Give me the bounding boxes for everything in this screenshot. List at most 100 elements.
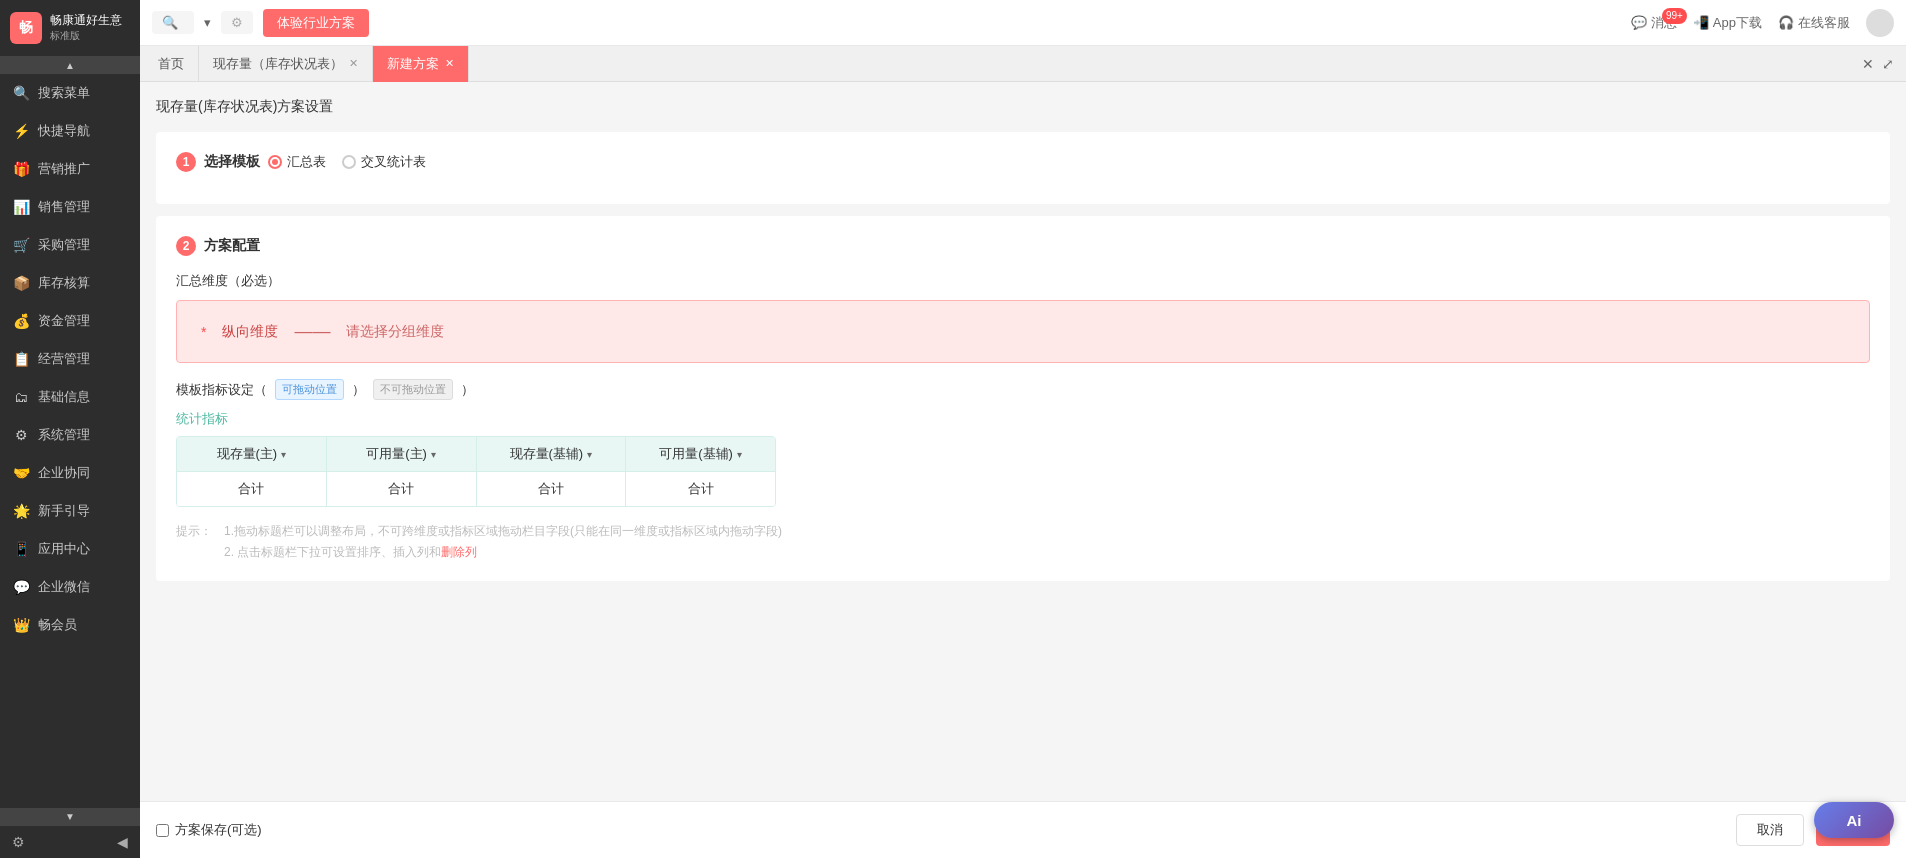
- sidebar-item-label: 快捷导航: [38, 122, 90, 140]
- app-name: 畅康通好生意: [50, 13, 122, 29]
- newbie-icon: 🌟: [12, 502, 30, 520]
- step1-title: 选择模板: [204, 153, 260, 171]
- col-arrow-2: ▾: [431, 449, 436, 460]
- window-close-icon[interactable]: ✕: [1862, 56, 1874, 72]
- sidebar: 畅 畅康通好生意 标准版 ▲ 🔍 搜索菜单 ⚡ 快捷导航 🎁 营销推广 📊 销售…: [0, 0, 140, 858]
- tab-inventory-status[interactable]: 现存量（库存状况表） ✕: [199, 46, 373, 82]
- step1-section: 1 选择模板 汇总表 交叉统计表: [156, 132, 1890, 204]
- sidebar-item-sales[interactable]: 📊 销售管理: [0, 188, 140, 226]
- user-avatar[interactable]: [1866, 9, 1894, 37]
- dim-dash: ——: [294, 321, 330, 342]
- indicators-label: 模板指标设定（ 可拖动位置 ） 不可拖动位置 ）: [176, 379, 1870, 400]
- quick-nav-icon: ⚡: [12, 122, 30, 140]
- radio-summary-table[interactable]: 汇总表: [268, 153, 326, 171]
- ai-fab-label: Ai: [1847, 812, 1862, 829]
- message-btn[interactable]: 💬 消息 99+: [1631, 14, 1677, 32]
- sidebar-item-label: 应用中心: [38, 540, 90, 558]
- sidebar-item-label: 企业微信: [38, 578, 90, 596]
- sidebar-item-enterprise[interactable]: 🤝 企业协同: [0, 454, 140, 492]
- stats-title: 统计指标: [176, 410, 1870, 428]
- online-service-btn[interactable]: 🎧 在线客服: [1778, 14, 1850, 32]
- col-available-aux[interactable]: 可用量(基辅) ▾: [626, 437, 775, 471]
- sidebar-item-label: 企业协同: [38, 464, 90, 482]
- sidebar-item-finance[interactable]: 💰 资金管理: [0, 302, 140, 340]
- radio-dot-cross: [342, 155, 356, 169]
- download-icon: 📲: [1693, 15, 1709, 30]
- search-bar[interactable]: 🔍: [152, 11, 194, 34]
- sidebar-item-purchase[interactable]: 🛒 采购管理: [0, 226, 140, 264]
- window-maximize-icon[interactable]: ⤢: [1882, 56, 1894, 72]
- cell-total-2: 合计: [327, 472, 477, 506]
- collapse-button[interactable]: ◀: [117, 834, 128, 850]
- col-available-main[interactable]: 可用量(主) ▾: [327, 437, 477, 471]
- col-arrow-1: ▾: [281, 449, 286, 460]
- cell-total-4: 合计: [626, 472, 775, 506]
- enterprise-icon: 🤝: [12, 464, 30, 482]
- sidebar-item-label: 系统管理: [38, 426, 90, 444]
- sidebar-scroll-down[interactable]: ▼: [0, 808, 140, 825]
- sidebar-item-system[interactable]: ⚙ 系统管理: [0, 416, 140, 454]
- sidebar-item-label: 经营管理: [38, 350, 90, 368]
- ai-fab-button[interactable]: Ai: [1814, 802, 1894, 838]
- col-current-stock-main[interactable]: 现存量(主) ▾: [177, 437, 327, 471]
- message-icon: 💬: [1631, 15, 1647, 30]
- operations-icon: 📋: [12, 350, 30, 368]
- save-checkbox[interactable]: 方案保存(可选): [156, 821, 262, 839]
- tab-new-scheme[interactable]: 新建方案 ✕: [373, 46, 469, 82]
- sidebar-item-appstore[interactable]: 📱 应用中心: [0, 530, 140, 568]
- sidebar-item-label: 资金管理: [38, 312, 90, 330]
- cell-total-1: 合计: [177, 472, 327, 506]
- stats-table: 现存量(主) ▾ 可用量(主) ▾ 现存量(基辅) ▾ 可用量(基辅): [176, 436, 776, 507]
- chevron-down-icon: ▾: [204, 15, 211, 30]
- sidebar-item-member[interactable]: 👑 畅会员: [0, 606, 140, 644]
- sidebar-item-label: 新手引导: [38, 502, 90, 520]
- sidebar-item-label: 销售管理: [38, 198, 90, 216]
- sidebar-item-label: 畅会员: [38, 616, 77, 634]
- radio-inner-summary: [272, 159, 278, 165]
- tab-inventory-label: 现存量（库存状况表）: [213, 55, 343, 73]
- stats-header-row: 现存量(主) ▾ 可用量(主) ▾ 现存量(基辅) ▾ 可用量(基辅): [177, 437, 775, 471]
- tab-bar: 首页 现存量（库存状况表） ✕ 新建方案 ✕ ✕ ⤢: [140, 46, 1906, 82]
- sidebar-item-basic-info[interactable]: 🗂 基础信息: [0, 378, 140, 416]
- member-icon: 👑: [12, 616, 30, 634]
- indicators-section: 模板指标设定（ 可拖动位置 ） 不可拖动位置 ） 统计指标 现存量(主) ▾ 可…: [176, 379, 1870, 507]
- sidebar-scroll-up[interactable]: ▲: [0, 57, 140, 74]
- sidebar-item-marketing[interactable]: 🎁 营销推广: [0, 150, 140, 188]
- tip-2: 2. 点击标题栏下拉可设置排序、插入列和删除列: [176, 544, 1870, 561]
- dim-row-label: 纵向维度: [222, 323, 278, 341]
- top-bar-right: 💬 消息 99+ 📲 App下载 🎧 在线客服: [1631, 9, 1894, 37]
- step1-header: 1 选择模板 汇总表 交叉统计表: [176, 152, 1870, 172]
- radio-dot-summary: [268, 155, 282, 169]
- dim-section-label: 汇总维度（必选）: [176, 272, 1870, 290]
- settings-button[interactable]: ⚙: [12, 834, 25, 850]
- sidebar-item-operations[interactable]: 📋 经营管理: [0, 340, 140, 378]
- template-radio-group: 汇总表 交叉统计表: [268, 153, 426, 171]
- dropdown-toggle[interactable]: ▾: [204, 15, 211, 30]
- sidebar-item-label: 基础信息: [38, 388, 90, 406]
- tab-home[interactable]: 首页: [144, 46, 199, 82]
- stats-data-row: 合计 合计 合计 合计: [177, 471, 775, 506]
- dimension-box[interactable]: * 纵向维度 —— 请选择分组维度: [176, 300, 1870, 363]
- wechat-icon: 💬: [12, 578, 30, 596]
- page-title: 现存量(库存状况表)方案设置: [156, 98, 1890, 116]
- message-badge: 99+: [1662, 8, 1687, 24]
- tip-1: 提示： 1.拖动标题栏可以调整布局，不可跨维度或指标区域拖动栏目字段(只能在同一…: [176, 523, 1870, 540]
- radio-cross-table[interactable]: 交叉统计表: [342, 153, 426, 171]
- col-current-stock-aux[interactable]: 现存量(基辅) ▾: [477, 437, 627, 471]
- save-checkbox-input[interactable]: [156, 824, 169, 837]
- app-download-btn[interactable]: 📲 App下载: [1693, 14, 1762, 32]
- tab-home-label: 首页: [158, 55, 184, 73]
- sidebar-item-search[interactable]: 🔍 搜索菜单: [0, 74, 140, 112]
- cancel-button[interactable]: 取消: [1736, 814, 1804, 846]
- settings-gear[interactable]: ⚙: [221, 11, 253, 34]
- tab-new-close-icon[interactable]: ✕: [445, 57, 454, 70]
- save-checkbox-label: 方案保存(可选): [175, 821, 262, 839]
- sidebar-item-inventory[interactable]: 📦 库存核算: [0, 264, 140, 302]
- sidebar-item-quicknav[interactable]: ⚡ 快捷导航: [0, 112, 140, 150]
- top-bar: 🔍 ▾ ⚙ 体验行业方案 💬 消息 99+ 📲 App下载 🎧: [140, 0, 1906, 46]
- industry-btn[interactable]: 体验行业方案: [263, 9, 369, 37]
- step1-number: 1: [176, 152, 196, 172]
- sidebar-item-newbie[interactable]: 🌟 新手引导: [0, 492, 140, 530]
- tab-inventory-close-icon[interactable]: ✕: [349, 57, 358, 70]
- sidebar-item-wechat[interactable]: 💬 企业微信: [0, 568, 140, 606]
